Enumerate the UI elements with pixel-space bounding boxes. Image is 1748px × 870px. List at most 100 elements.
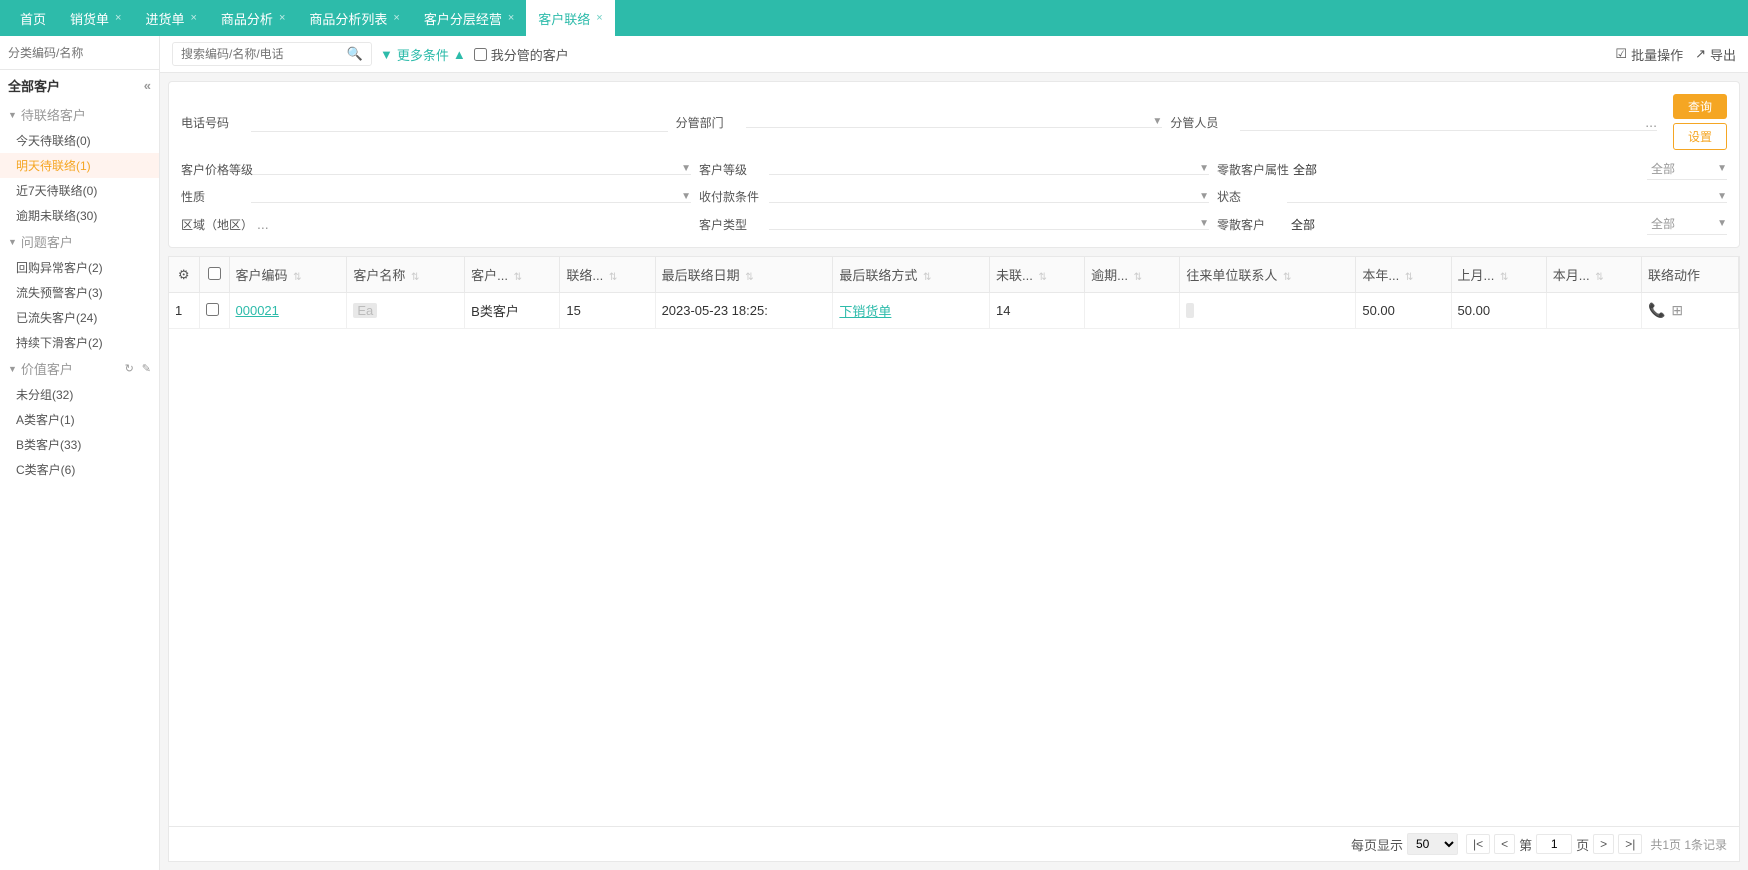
sidebar-item-7days-pending[interactable]: 近7天待联络(0)	[0, 178, 159, 203]
nav-customer-contact[interactable]: 客户联络 ×	[526, 0, 614, 36]
next-page-button[interactable]: >	[1593, 834, 1614, 854]
sidebar-item-repurchase-abnormal[interactable]: 回购异常客户(2)	[0, 255, 159, 280]
filter-retail-customer-select[interactable]: 全部 ▼	[1647, 213, 1727, 235]
this-month-column-header: 本月... ⇅	[1546, 257, 1641, 293]
my-customer-checkbox[interactable]	[474, 48, 487, 61]
filter-dept-select[interactable]: ▼	[746, 116, 1163, 128]
filter-retail-attr-select[interactable]: 全部 ▼	[1647, 158, 1727, 180]
settings-column-header[interactable]: ⚙	[169, 257, 199, 293]
query-button[interactable]: 查询	[1673, 94, 1727, 119]
sidebar-search-input[interactable]	[8, 46, 160, 60]
sidebar-item-churn-warning[interactable]: 流失预警客户(3)	[0, 280, 159, 305]
row-checkbox	[199, 293, 229, 329]
page-number-input[interactable]	[1536, 834, 1572, 854]
more-icon[interactable]: ...	[257, 216, 269, 232]
my-customer-filter[interactable]: 我分管的客户	[474, 45, 569, 64]
call-icon[interactable]: 📞	[1648, 302, 1665, 319]
customer-code-link[interactable]: 000021	[236, 303, 279, 318]
more-icon[interactable]: ...	[1645, 114, 1657, 130]
filter-nature-label: 性质	[181, 188, 251, 205]
set-button[interactable]: 设置	[1673, 123, 1727, 150]
close-icon[interactable]: ×	[596, 12, 602, 24]
sidebar-item-ungrouped[interactable]: 未分组(32)	[0, 382, 159, 407]
batch-operation-button[interactable]: ☑ 批量操作	[1615, 45, 1683, 64]
sort-icon: ⇅	[1038, 272, 1046, 283]
sort-icon: ⇅	[1134, 272, 1142, 283]
sidebar-item-churned[interactable]: 已流失客户(24)	[0, 305, 159, 330]
collapse-icon[interactable]: «	[144, 78, 151, 93]
nav-product-analysis-list[interactable]: 商品分析列表 ×	[297, 0, 411, 36]
chevron-down-icon: ▼	[1199, 163, 1209, 174]
select-all-checkbox[interactable]	[208, 267, 221, 280]
refresh-icon[interactable]: ↻	[125, 362, 134, 375]
export-button[interactable]: ↗ 导出	[1695, 45, 1736, 64]
sidebar-item-tomorrow-pending[interactable]: 明天待联络(1)	[0, 153, 159, 178]
contact-person-blurred	[1186, 303, 1194, 318]
code-column-header: 客户编码 ⇅	[229, 257, 347, 293]
page-size-select[interactable]: 50 100 200	[1407, 833, 1458, 855]
contact-person-column-header: 往来单位联系人 ⇅	[1180, 257, 1356, 293]
grid-icon[interactable]: ⊞	[1671, 302, 1683, 319]
filter-customer-level: 客户等级 ▼	[699, 161, 1209, 178]
filter-nature: 性质 ▼	[181, 188, 691, 205]
close-icon[interactable]: ×	[393, 12, 399, 24]
sidebar-item-overdue-contact[interactable]: 逾期未联络(30)	[0, 203, 159, 228]
nav-home[interactable]: 首页	[8, 0, 58, 36]
sort-icon: ⇅	[411, 272, 419, 283]
last-month-cell: 50.00	[1451, 293, 1546, 329]
customer-code-cell: 000021	[229, 293, 347, 329]
all-customers-header[interactable]: 全部客户 «	[0, 70, 159, 101]
customer-name-blurred: Ea	[353, 303, 377, 318]
search-icon: 🔍	[347, 46, 363, 62]
edit-icon[interactable]: ✎	[142, 362, 151, 375]
nav-purchase-order[interactable]: 进货单 ×	[133, 0, 208, 36]
nav-customer-segmentation[interactable]: 客户分层经营 ×	[412, 0, 526, 36]
close-icon[interactable]: ×	[115, 12, 121, 24]
chevron-down-icon: ▼	[1199, 191, 1209, 202]
sidebar-item-a-class[interactable]: A类客户(1)	[0, 407, 159, 432]
filter-customer-type-select[interactable]: ▼	[769, 218, 1209, 230]
sidebar-item-b-class[interactable]: B类客户(33)	[0, 432, 159, 457]
filter-manager-select[interactable]: ...	[1240, 114, 1657, 131]
close-icon[interactable]: ×	[190, 12, 196, 24]
nav-sales-order[interactable]: 销货单 ×	[58, 0, 133, 36]
customer-type-cell: B类客户	[465, 293, 560, 329]
more-filter-button[interactable]: ▼ 更多条件 ▲	[380, 45, 466, 64]
last-page-button[interactable]: >|	[1618, 834, 1642, 854]
sidebar-item-today-pending[interactable]: 今天待联络(0)	[0, 128, 159, 153]
main-layout: 🔍 全部客户 « 待联络客户 今天待联络(0) 明天待联络(1) 近7天待联络(…	[0, 36, 1748, 870]
overdue-cell	[1085, 293, 1180, 329]
close-icon[interactable]: ×	[279, 12, 285, 24]
filter-status: 状态 ▼	[1217, 188, 1727, 205]
filter-payment-select[interactable]: ▼	[769, 191, 1209, 203]
search-input[interactable]	[181, 47, 347, 61]
search-box: 🔍	[172, 42, 372, 66]
table-footer: 每页显示 50 100 200 |< < 第 页 >	[169, 826, 1739, 861]
row-select-checkbox[interactable]	[206, 303, 219, 316]
sort-icon: ⇅	[923, 272, 931, 283]
no-contact-days-cell: 14	[989, 293, 1084, 329]
filter-price-level-select[interactable]: ▼	[253, 163, 691, 175]
name-column-header: 客户名称 ⇅	[347, 257, 465, 293]
filter-customer-level-select[interactable]: ▼	[769, 163, 1209, 175]
filter-region: 区域（地区） ...	[181, 216, 691, 233]
pagination: |< < 第 页 > >|	[1466, 834, 1642, 854]
action-cell: 📞 ⊞	[1641, 293, 1738, 329]
sidebar-item-declining[interactable]: 持续下滑客户(2)	[0, 330, 159, 355]
filter-nature-select[interactable]: ▼	[251, 191, 691, 203]
nav-product-analysis[interactable]: 商品分析 ×	[209, 0, 297, 36]
sidebar: 🔍 全部客户 « 待联络客户 今天待联络(0) 明天待联络(1) 近7天待联络(…	[0, 36, 160, 870]
filter-phone-input[interactable]	[251, 113, 668, 132]
close-icon[interactable]: ×	[508, 12, 514, 24]
table-container: ⚙ 客户编码 ⇅ 客户名称 ⇅	[169, 257, 1739, 826]
sidebar-item-c-class[interactable]: C类客户(6)	[0, 457, 159, 482]
filter-manager: 分管人员 ...	[1170, 114, 1657, 131]
first-page-button[interactable]: |<	[1466, 834, 1490, 854]
last-contact-date-cell: 2023-05-23 18:25:	[655, 293, 833, 329]
prev-page-button[interactable]: <	[1494, 834, 1515, 854]
filter-row-2: 客户价格等级 ▼ 客户等级 ▼ 零散客户属性 全部	[181, 158, 1727, 180]
filter-status-select[interactable]: ▼	[1287, 191, 1727, 203]
contact-method-link[interactable]: 下销货单	[839, 304, 891, 319]
filter-price-level-label: 客户价格等级	[181, 161, 253, 178]
checkbox-icon: ☑	[1615, 46, 1627, 62]
